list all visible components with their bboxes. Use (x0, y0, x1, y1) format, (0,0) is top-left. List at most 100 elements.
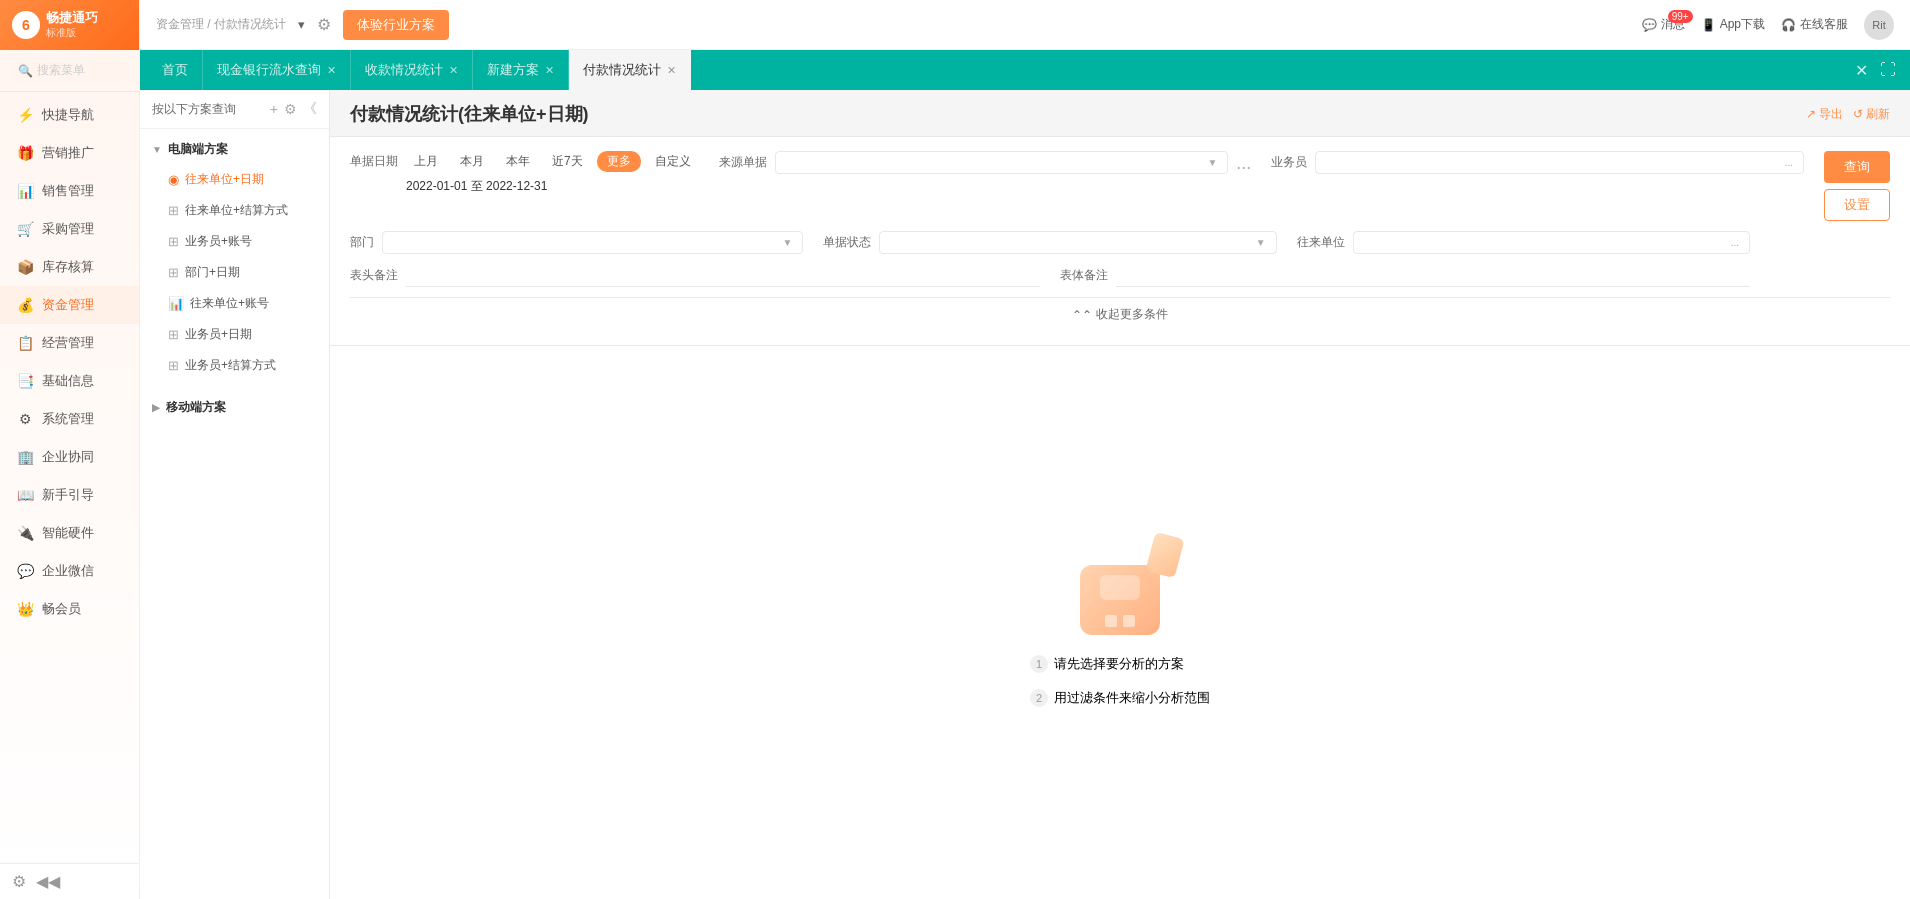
scheme-staff-settle[interactable]: ⊞ 业务员+结算方式 (140, 350, 329, 381)
scheme-icon: ⊞ (168, 234, 179, 249)
scheme-dept-date[interactable]: ⊞ 部门+日期 (140, 257, 329, 288)
setting-button[interactable]: 设置 (1824, 189, 1890, 221)
sidebar-item-label: 新手引导 (42, 486, 94, 504)
trial-button[interactable]: 体验行业方案 (343, 10, 449, 40)
search-icon: 🔍 (18, 64, 33, 78)
source-label: 来源单据 (719, 154, 767, 171)
topbar: 资金管理 / 付款情况统计 ▾ ⚙ 体验行业方案 💬 消息 99+ 📱 App下… (140, 0, 1910, 50)
sidebar-item-enterprise[interactable]: 🏢 企业协同 (0, 438, 139, 476)
desktop-schemes-group[interactable]: ▼ 电脑端方案 (140, 135, 329, 164)
date-btn-more[interactable]: 更多 (597, 151, 641, 172)
sidebar-item-inventory[interactable]: 📦 库存核算 (0, 248, 139, 286)
tab-close-cashflow[interactable]: ✕ (327, 64, 336, 77)
tab-maximize-icon[interactable]: ⛶ (1874, 61, 1902, 79)
date-btn-7days[interactable]: 近7天 (544, 151, 591, 172)
source-dots[interactable]: ... (1236, 154, 1251, 172)
breadcrumb-dropdown[interactable]: ▾ (298, 17, 305, 32)
sidebar-item-purchase[interactable]: 🛒 采购管理 (0, 210, 139, 248)
mobile-schemes-group[interactable]: ▶ 移动端方案 (140, 393, 329, 422)
sidebar-item-marketing[interactable]: 🎁 营销推广 (0, 134, 139, 172)
staff-select[interactable]: ... (1315, 151, 1804, 174)
staff-select-arrow: ... (1785, 157, 1793, 168)
phone-icon: 📱 (1701, 18, 1716, 32)
scheme-staff-date[interactable]: ⊞ 业务员+日期 (140, 319, 329, 350)
scheme-icon: ⊞ (168, 265, 179, 280)
tab-receipts[interactable]: 收款情况统计 ✕ (351, 50, 473, 90)
dept-select-arrow: ▼ (782, 237, 792, 248)
sidebar-item-wechat[interactable]: 💬 企业微信 (0, 552, 139, 590)
sidebar-item-quicknav[interactable]: ⚡ 快捷导航 (0, 96, 139, 134)
doc-status-select[interactable]: ▼ (879, 231, 1276, 254)
dept-select[interactable]: ▼ (382, 231, 803, 254)
tab-close-receipts[interactable]: ✕ (449, 64, 458, 77)
date-btn-custom[interactable]: 自定义 (647, 151, 699, 172)
body-note-label: 表体备注 (1060, 267, 1108, 284)
header-note-input[interactable] (406, 264, 1040, 287)
scheme-partner-account[interactable]: 📊 往来单位+账号 (140, 288, 329, 319)
quicknav-icon: ⚡ (16, 106, 34, 124)
export-icon: ↗ (1806, 107, 1816, 121)
tab-close-all-icon[interactable]: ✕ (1849, 61, 1874, 80)
left-panel: 按以下方案查询 + ⚙ 《 ▼ 电脑端方案 ◉ 往来单位+日期 ⊞ (140, 90, 330, 899)
sidebar-item-basic[interactable]: 📑 基础信息 (0, 362, 139, 400)
scheme-partner-date[interactable]: ◉ 往来单位+日期 (140, 164, 329, 195)
headset-icon: 🎧 (1781, 18, 1796, 32)
body-note-input[interactable] (1116, 264, 1750, 287)
filter-partner: 往来单位 ... (1297, 231, 1750, 254)
breadcrumb: 资金管理 / 付款情况统计 (156, 16, 286, 33)
sidebar-item-operation[interactable]: 📋 经营管理 (0, 324, 139, 362)
scheme-partner-settle[interactable]: ⊞ 往来单位+结算方式 (140, 195, 329, 226)
tab-cashflow[interactable]: 现金银行流水查询 ✕ (203, 50, 351, 90)
tab-close-new-plan[interactable]: ✕ (545, 64, 554, 77)
sidebar-item-system[interactable]: ⚙ 系统管理 (0, 400, 139, 438)
collapse-filter-button[interactable]: ⌃⌃ 收起更多条件 (350, 297, 1890, 331)
sidebar-item-finance[interactable]: 💰 资金管理 (0, 286, 139, 324)
user-avatar[interactable]: Rit (1864, 10, 1894, 40)
tabbar: 首页 现金银行流水查询 ✕ 收款情况统计 ✕ 新建方案 ✕ 付款情况统计 ✕ ✕… (140, 50, 1910, 90)
date-btn-this-year[interactable]: 本年 (498, 151, 538, 172)
source-select[interactable]: ▼ (775, 151, 1229, 174)
partner-label: 往来单位 (1297, 234, 1345, 251)
scheme-chart-icon: 📊 (168, 296, 184, 311)
online-service-button[interactable]: 🎧 在线客服 (1781, 16, 1848, 33)
date-btn-last-month[interactable]: 上月 (406, 151, 446, 172)
system-icon: ⚙ (16, 410, 34, 428)
topbar-gear-icon[interactable]: ⚙ (317, 15, 331, 34)
sidebar-item-label: 快捷导航 (42, 106, 94, 124)
sidebar-item-sales[interactable]: 📊 销售管理 (0, 172, 139, 210)
footer-settings-icon[interactable]: ⚙ (12, 872, 26, 891)
main-area: 资金管理 / 付款情况统计 ▾ ⚙ 体验行业方案 💬 消息 99+ 📱 App下… (140, 0, 1910, 899)
scheme-staff-account[interactable]: ⊞ 业务员+账号 (140, 226, 329, 257)
footer-collapse-icon[interactable]: ◀◀ (36, 872, 60, 891)
left-panel-collapse-icon[interactable]: 《 (303, 100, 317, 118)
tab-new-plan[interactable]: 新建方案 ✕ (473, 50, 569, 90)
partner-select[interactable]: ... (1353, 231, 1750, 254)
sidebar-item-hardware[interactable]: 🔌 智能硬件 (0, 514, 139, 552)
sidebar-logo: 6 畅捷通巧 标准版 (0, 0, 139, 50)
query-button[interactable]: 查询 (1824, 151, 1890, 183)
filter-action-buttons: 查询 设置 (1824, 151, 1890, 221)
sidebar-item-member[interactable]: 👑 畅会员 (0, 590, 139, 628)
enterprise-icon: 🏢 (16, 448, 34, 466)
filter-header-note: 表头备注 (350, 264, 1040, 287)
tab-close-payment-stats[interactable]: ✕ (667, 64, 676, 77)
sidebar-search-area[interactable]: 🔍 搜索菜单 (0, 50, 139, 92)
add-scheme-icon[interactable]: + (270, 101, 278, 117)
export-button[interactable]: ↗ 导出 (1806, 106, 1843, 123)
refresh-button[interactable]: ↺ 刷新 (1853, 106, 1890, 123)
date-range-display[interactable]: 2022-01-01 至 2022-12-31 (406, 178, 547, 195)
messages-button[interactable]: 💬 消息 99+ (1642, 16, 1685, 33)
app-download-button[interactable]: 📱 App下载 (1701, 16, 1765, 33)
sidebar-item-guide[interactable]: 📖 新手引导 (0, 476, 139, 514)
scheme-settings-icon[interactable]: ⚙ (284, 101, 297, 117)
empty-state: 1 请先选择要分析的方案 2 用过滤条件来缩小分析范围 (330, 346, 1910, 899)
filter-row-2: 部门 ▼ 单据状态 ▼ 往来单位 (350, 231, 1890, 254)
date-btn-this-month[interactable]: 本月 (452, 151, 492, 172)
inventory-icon: 📦 (16, 258, 34, 276)
tab-payment-stats[interactable]: 付款情况统计 ✕ (569, 50, 691, 90)
empty-hint-2: 2 用过滤条件来缩小分析范围 (1030, 689, 1210, 707)
dept-label: 部门 (350, 234, 374, 251)
collapse-arrow-icon: ⌃⌃ (1072, 308, 1092, 322)
tab-home[interactable]: 首页 (148, 50, 203, 90)
filter-source: 来源单据 ▼ ... (719, 151, 1252, 174)
